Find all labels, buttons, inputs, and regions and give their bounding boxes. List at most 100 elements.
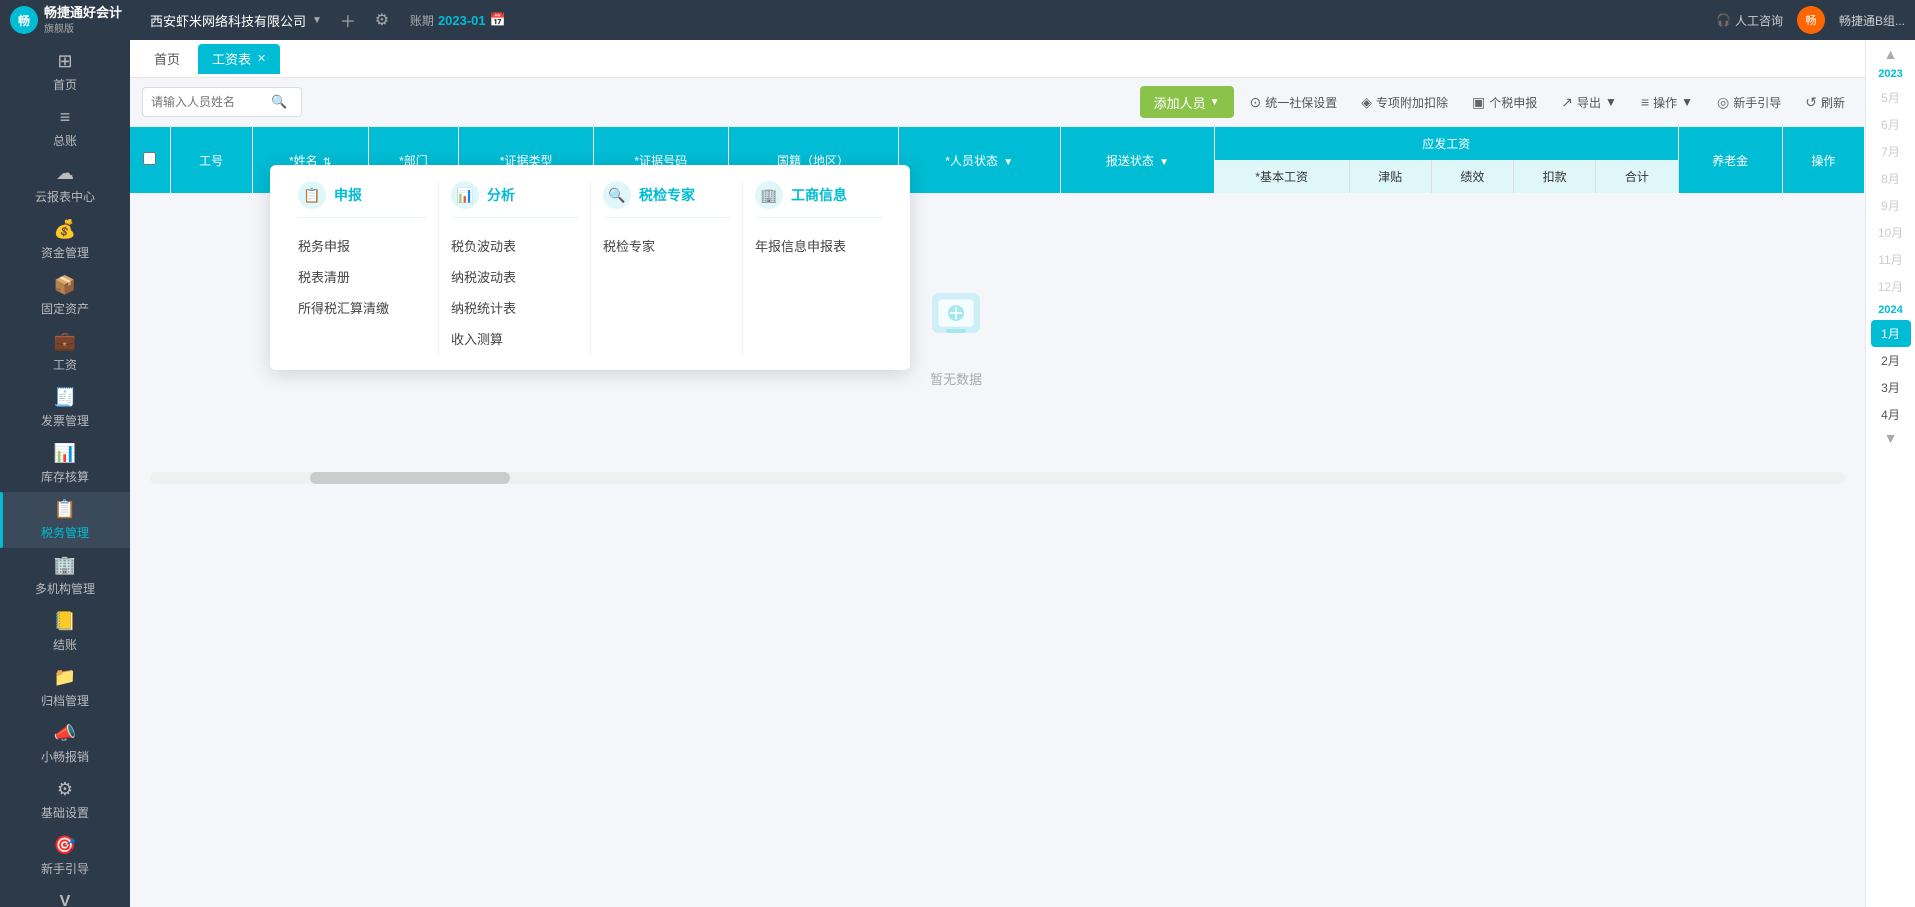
sidebar-item-multi-org[interactable]: 🏢 多机构管理 <box>0 548 130 604</box>
sidebar-item-payroll[interactable]: 💼 工资 <box>0 324 130 380</box>
dropdown-section-report-header: 📋 申报 <box>298 181 426 218</box>
dropdown-item-tax-report[interactable]: 税务申报 <box>298 230 426 261</box>
rs-month-2023-7[interactable]: 7月 <box>1871 138 1911 165</box>
tab-bar: 首页 工资表 ✕ <box>130 40 1865 78</box>
dropdown-item-tax-burden[interactable]: 税负波动表 <box>451 230 578 261</box>
right-sidebar: ▲ 2023 5月 6月 7月 8月 9月 10月 11月 12月 2024 1… <box>1865 40 1915 907</box>
special-deduction-icon: ◈ <box>1361 94 1372 111</box>
tab-home[interactable]: 首页 <box>140 44 194 74</box>
rs-month-2024-3[interactable]: 3月 <box>1871 374 1911 401</box>
tax-expert-section-title: 税检专家 <box>639 185 695 205</box>
rs-month-2023-5[interactable]: 5月 <box>1871 84 1911 111</box>
sidebar-item-ledger[interactable]: ≡ 总账 <box>0 100 130 156</box>
table-scrollbar[interactable] <box>150 472 1845 484</box>
search-input[interactable] <box>151 95 271 109</box>
th-checkbox[interactable] <box>130 127 170 193</box>
sidebar-label-inventory: 库存核算 <box>41 468 89 485</box>
sidebar-item-inventory[interactable]: 📊 库存核算 <box>0 436 130 492</box>
rs-month-2024-2[interactable]: 2月 <box>1871 347 1911 374</box>
search-wrap: 🔍 <box>142 87 302 117</box>
rs-month-2023-8[interactable]: 8月 <box>1871 165 1911 192</box>
top-header: 畅 畅捷通好会计 旗舰版 西安虾米网络科技有限公司 ▼ ＋ ⚙ 账期 2023-… <box>0 0 1915 40</box>
sidebar-label-ledger: 总账 <box>53 132 77 149</box>
service-button[interactable]: 🎧 人工咨询 <box>1716 12 1783 29</box>
sidebar-label-home: 首页 <box>53 76 77 93</box>
funds-icon: 💰 <box>54 219 76 240</box>
refresh-label: 刷新 <box>1821 94 1845 111</box>
company-selector[interactable]: 西安虾米网络科技有限公司 ▼ <box>150 11 322 30</box>
rs-month-2024-1[interactable]: 1月 <box>1871 320 1911 347</box>
sidebar-item-member[interactable]: V 畅会员 <box>0 884 130 907</box>
dropdown-item-tax-stats[interactable]: 纳税统计表 <box>451 292 578 323</box>
empty-text: 暂无数据 <box>930 369 982 388</box>
settings-icon[interactable]: ⚙ <box>370 8 394 32</box>
refresh-button[interactable]: ↺ 刷新 <box>1797 86 1853 118</box>
sidebar-item-expense[interactable]: 📣 小畅报销 <box>0 716 130 772</box>
social-security-label: 统一社保设置 <box>1265 94 1337 111</box>
multi-org-icon: 🏢 <box>54 555 76 576</box>
sidebar-item-assets[interactable]: 📦 固定资产 <box>0 268 130 324</box>
sidebar-item-tax[interactable]: 📋 税务管理 <box>0 492 130 548</box>
individual-tax-button[interactable]: ▣ 个税申报 <box>1464 86 1545 118</box>
special-deduction-button[interactable]: ◈ 专项附加扣除 <box>1353 86 1456 118</box>
sidebar-item-settings[interactable]: ⚙ 基础设置 <box>0 772 130 828</box>
social-security-icon: ⊙ <box>1250 94 1262 111</box>
period-value: 2023-01 <box>438 13 486 28</box>
dropdown-item-tax-expert[interactable]: 税检专家 <box>603 230 730 261</box>
th-number: 工号 <box>170 127 252 193</box>
dropdown-section-biz-header: 🏢 工商信息 <box>755 181 882 218</box>
refresh-icon: ↺ <box>1805 94 1817 111</box>
dropdown-section-tax-expert: 🔍 税检专家 税检专家 <box>590 181 742 354</box>
logo-area: 畅 畅捷通好会计 旗舰版 <box>10 5 140 36</box>
sidebar-item-home[interactable]: ⊞ 首页 <box>0 44 130 100</box>
export-icon: ↗ <box>1561 94 1573 111</box>
rs-month-2023-6[interactable]: 6月 <box>1871 111 1911 138</box>
tab-payroll-label: 工资表 <box>212 49 251 68</box>
rs-next-arrow[interactable]: ▼ <box>1876 428 1906 448</box>
sidebar-item-close-account[interactable]: 📒 结账 <box>0 604 130 660</box>
rs-month-2024-4[interactable]: 4月 <box>1871 401 1911 428</box>
expense-icon: 📣 <box>54 723 76 744</box>
sidebar-label-funds: 资金管理 <box>41 244 89 261</box>
sidebar-label-invoices: 发票管理 <box>41 412 89 429</box>
guide-icon: 🎯 <box>54 835 76 856</box>
th-pension: 养老金 <box>1678 127 1782 193</box>
add-person-button[interactable]: 添加人员 ▼ <box>1140 86 1234 118</box>
user-avatar[interactable]: 畅 <box>1797 6 1825 34</box>
rs-month-2023-9[interactable]: 9月 <box>1871 192 1911 219</box>
social-security-button[interactable]: ⊙ 统一社保设置 <box>1242 86 1346 118</box>
sidebar-item-funds[interactable]: 💰 资金管理 <box>0 212 130 268</box>
report-status-filter-icon[interactable]: ▼ <box>1159 157 1169 168</box>
period-calendar-icon[interactable]: 📅 <box>490 12 506 28</box>
rs-prev-arrow[interactable]: ▲ <box>1876 44 1906 64</box>
sidebar-item-cloud-reports[interactable]: ☁ 云报表中心 <box>0 156 130 212</box>
operations-button[interactable]: ≡ 操作 ▼ <box>1633 86 1701 118</box>
user-name[interactable]: 畅捷通B组... <box>1839 12 1905 29</box>
analysis-section-icon: 📊 <box>451 181 479 209</box>
new-guide-button[interactable]: ◎ 新手引导 <box>1709 86 1789 118</box>
rs-month-2023-12[interactable]: 12月 <box>1871 273 1911 300</box>
dropdown-section-report: 📋 申报 税务申报 税表清册 所得税汇算清缴 <box>286 181 438 354</box>
tax-icon: 📋 <box>54 499 76 520</box>
dropdown-item-tax-fluctuation[interactable]: 纳税波动表 <box>451 261 578 292</box>
tab-payroll[interactable]: 工资表 ✕ <box>198 44 280 74</box>
biz-section-title: 工商信息 <box>791 185 847 205</box>
sidebar-item-guide[interactable]: 🎯 新手引导 <box>0 828 130 884</box>
export-button[interactable]: ↗ 导出 ▼ <box>1553 86 1625 118</box>
dropdown-item-tax-settlement[interactable]: 所得税汇算清缴 <box>298 292 426 323</box>
add-company-button[interactable]: ＋ <box>336 8 360 32</box>
dropdown-item-annual-report[interactable]: 年报信息申报表 <box>755 230 882 261</box>
close-account-icon: 📒 <box>54 611 76 632</box>
dropdown-item-tax-form[interactable]: 税表清册 <box>298 261 426 292</box>
dropdown-item-income-estimate[interactable]: 收入测算 <box>451 323 578 354</box>
rs-month-2023-11[interactable]: 11月 <box>1871 246 1911 273</box>
table-scrollbar-thumb[interactable] <box>310 472 510 484</box>
sidebar-item-archive[interactable]: 📁 归档管理 <box>0 660 130 716</box>
tab-payroll-close[interactable]: ✕ <box>257 52 266 65</box>
logo-text-wrap: 畅捷通好会计 旗舰版 <box>44 5 122 36</box>
sidebar-item-invoices[interactable]: 🧾 发票管理 <box>0 380 130 436</box>
rs-month-2023-10[interactable]: 10月 <box>1871 219 1911 246</box>
person-status-filter-icon[interactable]: ▼ <box>1003 157 1013 168</box>
select-all-checkbox[interactable] <box>143 152 156 165</box>
table-wrap: 工号 *姓名 ⇅ *部门 *证据类型 *证据号码 国籍（地区） *人员状态 ▼ <box>130 127 1865 907</box>
